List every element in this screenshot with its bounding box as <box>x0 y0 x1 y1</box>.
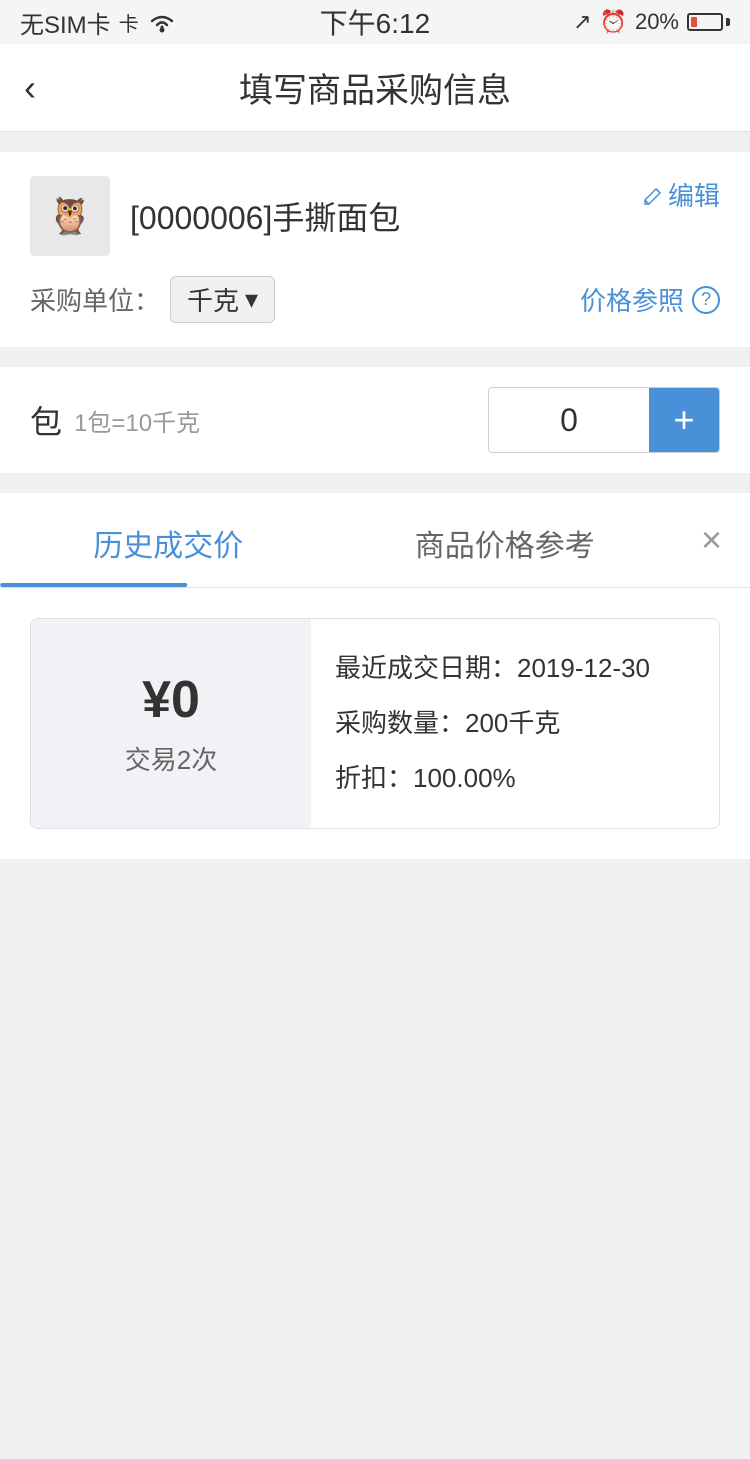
quantity-input[interactable] <box>489 388 649 452</box>
quantity-control: + <box>488 387 720 453</box>
product-thumbnail: 🦉 <box>30 176 110 256</box>
back-button[interactable]: ‹ <box>24 67 36 109</box>
unit-row-left: 采购单位： 千克 ▾ <box>30 276 275 323</box>
wifi-icon <box>147 11 177 33</box>
price-card: ¥0 交易2次 最近成交日期：2019-12-30 采购数量：200千克 折扣：… <box>30 618 720 829</box>
edit-label: 编辑 <box>668 176 720 213</box>
price-ref-label: 价格参照 <box>580 281 684 318</box>
product-section: 🦉 [0000006]手撕面包 编辑 采购单位： 千克 ▾ 价格参照 ? <box>0 152 750 347</box>
help-circle-icon: ? <box>692 286 720 314</box>
discount-row: 折扣：100.00% <box>335 759 695 798</box>
discount-value: 100.00% <box>413 763 516 793</box>
battery-percent: 20% <box>635 9 679 35</box>
tab-history-price-label: 历史成交价 <box>93 530 243 563</box>
recent-date-row: 最近成交日期：2019-12-30 <box>335 649 695 688</box>
purchase-qty-row: 采购数量：200千克 <box>335 704 695 743</box>
recent-date-value: 2019-12-30 <box>517 653 650 683</box>
quantity-label: 包 1包=10千克 <box>30 397 200 443</box>
tab-close-button[interactable]: × <box>673 519 750 561</box>
product-left: 🦉 [0000006]手撕面包 <box>30 176 400 256</box>
unit-select-dropdown[interactable]: 千克 ▾ <box>170 276 275 323</box>
tab-section: 历史成交价 商品价格参考 × ¥0 交易2次 最近成交日期：2019-12-30… <box>0 493 750 859</box>
purchase-qty-label: 采购数量： <box>335 708 465 738</box>
page-title: 填写商品采购信息 <box>239 63 511 112</box>
dropdown-arrow-icon: ▾ <box>245 284 258 315</box>
status-time: 下午6:12 <box>320 2 431 42</box>
status-carrier: 无SIM卡 卡 <box>20 5 177 40</box>
transaction-count: 交易2次 <box>125 740 217 777</box>
edit-button[interactable]: 编辑 <box>642 176 720 213</box>
price-amount: ¥0 <box>142 670 200 730</box>
quantity-section: 包 1包=10千克 + <box>0 367 750 473</box>
alarm-icon: ⏰ <box>600 9 627 35</box>
quantity-unit: 包 <box>30 397 62 443</box>
purchase-qty-value: 200千克 <box>465 708 560 738</box>
tab-history-price[interactable]: 历史成交价 <box>0 493 336 587</box>
quantity-plus-button[interactable]: + <box>649 388 719 452</box>
recent-date-label: 最近成交日期： <box>335 653 517 683</box>
tab-product-price-ref-label: 商品价格参考 <box>415 530 595 563</box>
discount-label: 折扣： <box>335 763 413 793</box>
status-bar: 无SIM卡 卡 下午6:12 ↗ ⏰ 20% <box>0 0 750 44</box>
product-unit-row: 采购单位： 千克 ▾ 价格参照 ? <box>30 276 720 323</box>
price-card-left: ¥0 交易2次 <box>31 619 311 828</box>
location-icon: ↗ <box>573 9 591 35</box>
unit-label: 采购单位： <box>30 281 160 318</box>
bottom-spacer <box>0 859 750 1459</box>
product-logo-icon: 🦉 <box>48 195 93 237</box>
tab-product-price-ref[interactable]: 商品价格参考 <box>336 493 672 587</box>
price-ref-button[interactable]: 价格参照 ? <box>580 281 720 318</box>
price-card-right: 最近成交日期：2019-12-30 采购数量：200千克 折扣：100.00% <box>311 619 719 828</box>
product-name: [0000006]手撕面包 <box>130 193 400 239</box>
status-right-icons: ↗ ⏰ 20% <box>573 9 730 35</box>
nav-bar: ‹ 填写商品采购信息 <box>0 44 750 132</box>
price-card-section: ¥0 交易2次 最近成交日期：2019-12-30 采购数量：200千克 折扣：… <box>0 588 750 859</box>
battery-icon <box>687 13 730 31</box>
quantity-unit-hint: 1包=10千克 <box>74 403 200 438</box>
edit-icon <box>642 184 664 206</box>
product-header: 🦉 [0000006]手撕面包 编辑 <box>30 176 720 256</box>
tab-active-indicator <box>0 583 188 587</box>
tab-bar: 历史成交价 商品价格参考 × <box>0 493 750 588</box>
sim-icon: 卡 <box>119 8 139 37</box>
price-currency-symbol: ¥ <box>142 671 171 729</box>
carrier-text: 无SIM卡 <box>20 5 111 40</box>
unit-value: 千克 <box>187 281 239 318</box>
price-value: 0 <box>171 671 200 729</box>
